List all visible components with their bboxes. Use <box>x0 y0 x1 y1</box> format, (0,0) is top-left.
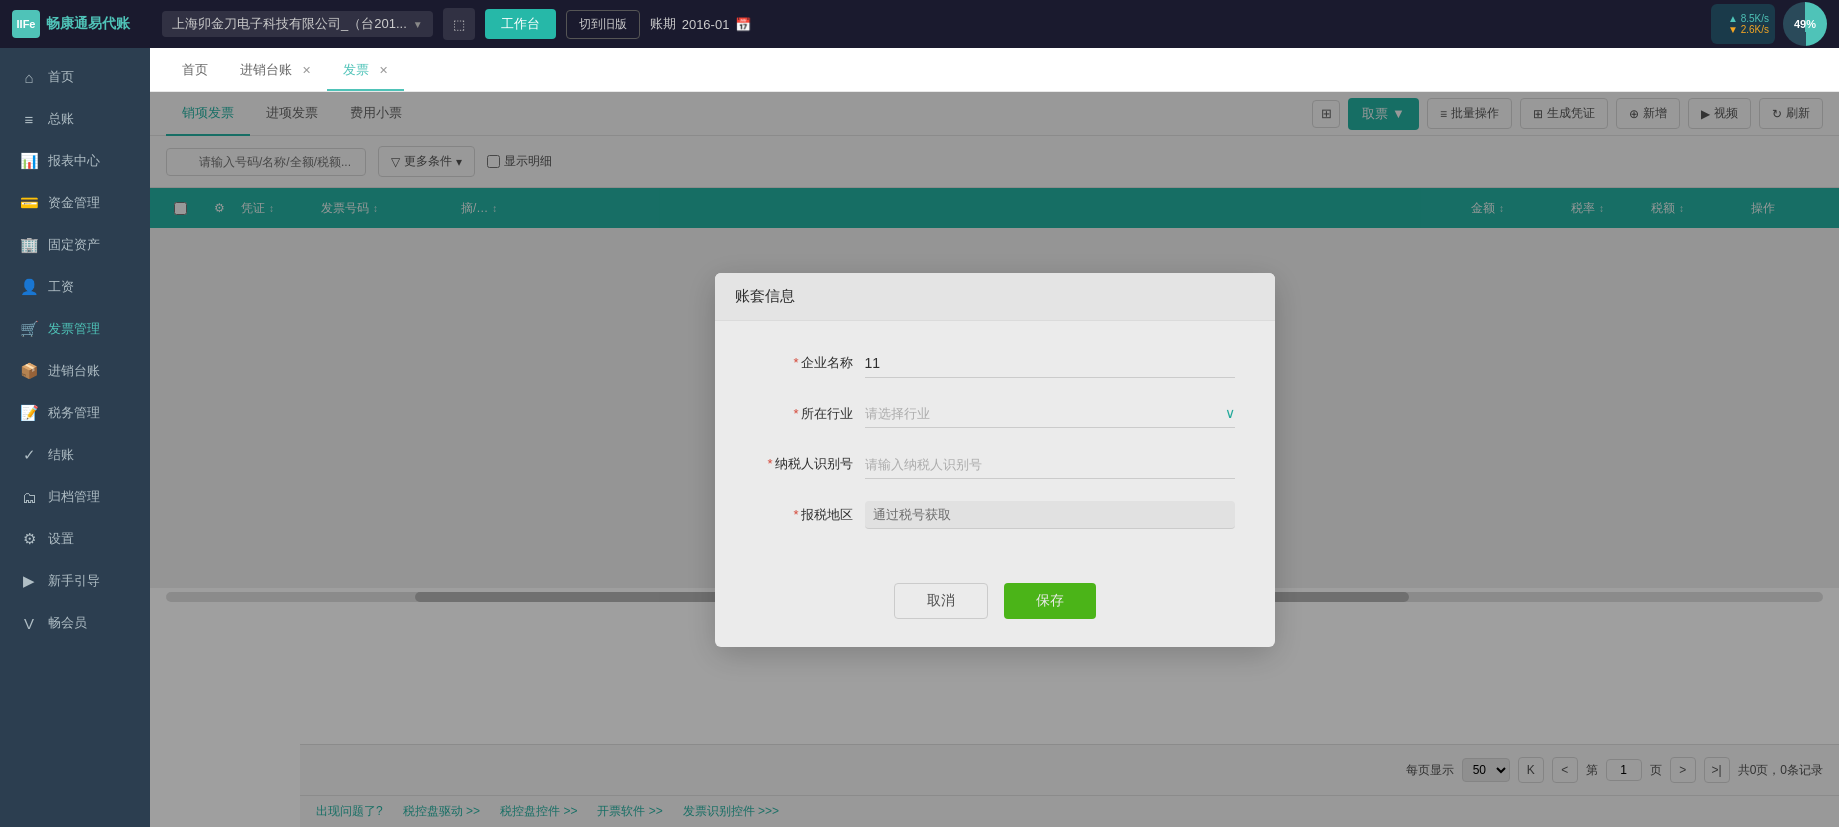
tab-purchase-close[interactable]: ✕ <box>302 64 311 77</box>
modal-body: *企业名称 *所在行业 请选择行业 <box>715 321 1275 575</box>
tab-invoice-close[interactable]: ✕ <box>379 64 388 77</box>
sidebar-item-vip[interactable]: V 畅会员 <box>0 602 150 644</box>
modal-overlay: 账套信息 *企业名称 *所在行业 <box>150 92 1839 827</box>
sidebar-item-checkout[interactable]: ✓ 结账 <box>0 434 150 476</box>
form-row-tax-region: *报税地区 <box>755 501 1235 529</box>
sidebar-item-guide[interactable]: ▶ 新手引导 <box>0 560 150 602</box>
sidebar: ⌂ 首页 ≡ 总账 📊 报表中心 💳 资金管理 🏢 固定资产 👤 工资 🛒 发票… <box>0 48 150 827</box>
sidebar-label-reports: 报表中心 <box>48 152 100 170</box>
modal-title: 账套信息 <box>715 273 1275 321</box>
cancel-button[interactable]: 取消 <box>894 583 988 619</box>
ledger-icon: ≡ <box>20 111 38 128</box>
sidebar-item-archive[interactable]: 🗂 归档管理 <box>0 476 150 518</box>
sidebar-label-funds: 资金管理 <box>48 194 100 212</box>
company-name: 上海卯金刀电子科技有限公司_（台201... <box>172 15 407 33</box>
required-star-industry: * <box>793 406 798 421</box>
network-speed: ▲ 8.5K/s ▼ 2.6K/s <box>1711 4 1775 44</box>
sidebar-item-funds[interactable]: 💳 资金管理 <box>0 182 150 224</box>
account-info-modal: 账套信息 *企业名称 *所在行业 <box>715 273 1275 647</box>
tab-invoice-label: 发票 <box>343 61 369 79</box>
industry-select-wrap: 请选择行业 ∨ <box>865 400 1235 428</box>
calendar-icon[interactable]: 📅 <box>735 17 751 32</box>
industry-select[interactable]: 请选择行业 <box>865 400 1235 427</box>
home-icon: ⌂ <box>20 69 38 86</box>
topbar-right: ▲ 8.5K/s ▼ 2.6K/s 49% <box>1711 2 1827 46</box>
sidebar-label-invoice: 发票管理 <box>48 320 100 338</box>
sidebar-label-settings: 设置 <box>48 530 74 548</box>
sidebar-item-fixed[interactable]: 🏢 固定资产 <box>0 224 150 266</box>
usage-percent: 49% <box>1783 2 1827 46</box>
company-name-label: *企业名称 <box>755 354 865 372</box>
funds-icon: 💳 <box>20 194 38 212</box>
sidebar-label-vip: 畅会员 <box>48 614 87 632</box>
sidebar-label-ledger: 总账 <box>48 110 74 128</box>
checkout-icon: ✓ <box>20 446 38 464</box>
sidebar-label-home: 首页 <box>48 68 74 86</box>
form-row-tax-id: *纳税人识别号 <box>755 450 1235 479</box>
settings-icon: ⚙ <box>20 530 38 548</box>
copy-icon-btn[interactable]: ⬚ <box>443 8 475 40</box>
sidebar-label-archive: 归档管理 <box>48 488 100 506</box>
required-star-company: * <box>793 355 798 370</box>
tax-icon: 📝 <box>20 404 38 422</box>
sidebar-item-settings[interactable]: ⚙ 设置 <box>0 518 150 560</box>
modal-footer: 取消 保存 <box>715 575 1275 647</box>
archive-icon: 🗂 <box>20 489 38 506</box>
tab-purchase-label: 进销台账 <box>240 61 292 79</box>
app-title: 畅康通易代账 <box>46 15 130 33</box>
reports-icon: 📊 <box>20 152 38 170</box>
upload-speed: ▲ 8.5K/s <box>1728 13 1769 24</box>
sidebar-label-purchase: 进销台账 <box>48 362 100 380</box>
company-name-input[interactable] <box>865 349 1235 378</box>
tab-invoice[interactable]: 发票 ✕ <box>327 51 404 91</box>
tax-region-label: *报税地区 <box>755 506 865 524</box>
sidebar-item-reports[interactable]: 📊 报表中心 <box>0 140 150 182</box>
layout: ⌂ 首页 ≡ 总账 📊 报表中心 💳 资金管理 🏢 固定资产 👤 工资 🛒 发票… <box>0 48 1839 827</box>
sidebar-item-ledger[interactable]: ≡ 总账 <box>0 98 150 140</box>
app-logo: IIFe 畅康通易代账 <box>12 10 152 38</box>
sidebar-item-invoice[interactable]: 🛒 发票管理 <box>0 308 150 350</box>
main-area: 首页 进销台账 ✕ 发票 ✕ 销项发票 进项发票 费用小 <box>150 48 1839 827</box>
tab-home-label: 首页 <box>182 61 208 79</box>
industry-label: *所在行业 <box>755 405 865 423</box>
company-dropdown-arrow: ▼ <box>413 19 423 30</box>
industry-dropdown-arrow: ∨ <box>1225 405 1235 421</box>
workbench-button[interactable]: 工作台 <box>485 9 556 39</box>
form-row-company: *企业名称 <box>755 349 1235 378</box>
tax-id-input[interactable] <box>865 450 1235 479</box>
required-star-tax-id: * <box>767 456 772 471</box>
sidebar-item-home[interactable]: ⌂ 首页 <box>0 56 150 98</box>
sidebar-item-salary[interactable]: 👤 工资 <box>0 266 150 308</box>
company-selector[interactable]: 上海卯金刀电子科技有限公司_（台201... ▼ <box>162 11 433 37</box>
content-area: 销项发票 进项发票 费用小票 ⊞ 取票 ▼ ≡ 批量操作 <box>150 92 1839 827</box>
sidebar-label-fixed: 固定资产 <box>48 236 100 254</box>
tab-home[interactable]: 首页 <box>166 51 224 91</box>
purchase-icon: 📦 <box>20 362 38 380</box>
form-row-industry: *所在行业 请选择行业 ∨ <box>755 400 1235 428</box>
invoice-icon: 🛒 <box>20 320 38 338</box>
download-speed: ▼ 2.6K/s <box>1728 24 1769 35</box>
sidebar-label-checkout: 结账 <box>48 446 74 464</box>
tab-bar: 首页 进销台账 ✕ 发票 ✕ <box>150 48 1839 92</box>
save-button[interactable]: 保存 <box>1004 583 1096 619</box>
tax-id-label: *纳税人识别号 <box>755 455 865 473</box>
topbar: IIFe 畅康通易代账 上海卯金刀电子科技有限公司_（台201... ▼ ⬚ 工… <box>0 0 1839 48</box>
period-value: 2016-01 <box>682 17 730 32</box>
logo-icon: IIFe <box>12 10 40 38</box>
tab-purchase-ledger[interactable]: 进销台账 ✕ <box>224 51 327 91</box>
sidebar-label-salary: 工资 <box>48 278 74 296</box>
period-label: 账期 2016-01 📅 <box>650 15 752 33</box>
required-star-tax-region: * <box>793 507 798 522</box>
tax-region-input <box>865 501 1235 529</box>
salary-icon: 👤 <box>20 278 38 296</box>
sidebar-label-tax: 税务管理 <box>48 404 100 422</box>
guide-icon: ▶ <box>20 572 38 590</box>
sidebar-label-guide: 新手引导 <box>48 572 100 590</box>
old-version-button[interactable]: 切到旧版 <box>566 10 640 39</box>
vip-icon: V <box>20 615 38 632</box>
fixed-icon: 🏢 <box>20 236 38 254</box>
sidebar-item-tax[interactable]: 📝 税务管理 <box>0 392 150 434</box>
sidebar-item-purchase[interactable]: 📦 进销台账 <box>0 350 150 392</box>
